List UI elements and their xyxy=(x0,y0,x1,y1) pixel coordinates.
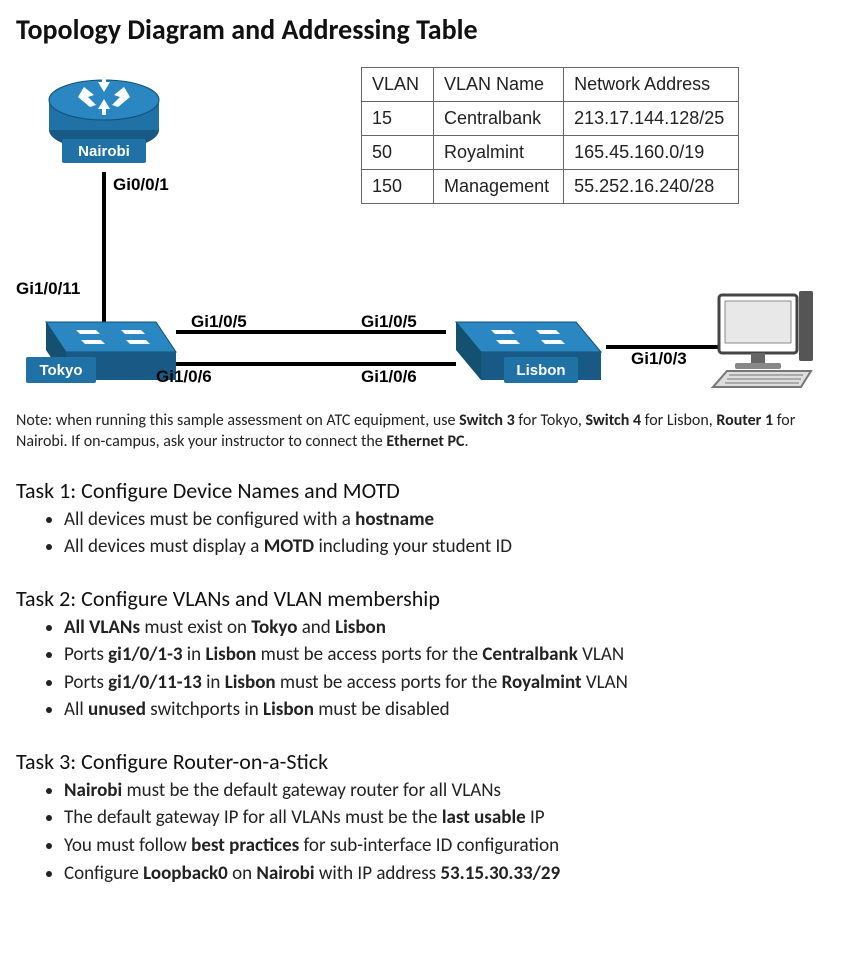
label-router-port: Gi0/0/1 xyxy=(113,175,169,195)
page-title: Topology Diagram and Addressing Table xyxy=(16,12,835,47)
table-row: 150 Management 55.252.16.240/28 xyxy=(362,170,739,204)
task-item: All unused switchports in Lisbon must be… xyxy=(64,696,835,724)
addressing-table: VLAN VLAN Name Network Address 15 Centra… xyxy=(361,67,739,204)
task-bullets: Nairobi must be the default gateway rout… xyxy=(16,777,835,887)
task-heading: Task 1: Configure Device Names and MOTD xyxy=(16,477,835,504)
task-heading: Task 3: Configure Router-on-a-Stick xyxy=(16,748,835,775)
switch-lisbon-icon: Lisbon xyxy=(436,302,616,392)
topology-diagram: Nairobi Tokyo Lisbon xyxy=(16,57,836,407)
table-header-row: VLAN VLAN Name Network Address xyxy=(362,68,739,102)
task-heading: Task 2: Configure VLANs and VLAN members… xyxy=(16,585,835,612)
label-lisbon-l2: Gi1/0/6 xyxy=(361,367,417,387)
task-bullets: All devices must be configured with a ho… xyxy=(16,506,835,561)
task-item: Ports gi1/0/11-13 in Lisbon must be acce… xyxy=(64,669,835,697)
table-row: 15 Centralbank 213.17.144.128/25 xyxy=(362,102,739,136)
svg-text:Tokyo: Tokyo xyxy=(39,362,82,379)
label-lisbon-pc: Gi1/0/3 xyxy=(631,349,687,369)
svg-text:Nairobi: Nairobi xyxy=(78,143,130,160)
label-tokyo-r2: Gi1/0/6 xyxy=(156,367,212,387)
router-icon: Nairobi xyxy=(44,67,164,177)
task-item: You must follow best practices for sub-i… xyxy=(64,832,835,860)
task-item: Nairobi must be the default gateway rout… xyxy=(64,777,835,805)
task-bullets: All VLANs must exist on Tokyo and Lisbon… xyxy=(16,614,835,724)
task-item: All VLANs must exist on Tokyo and Lisbon xyxy=(64,614,835,642)
label-tokyo-r1: Gi1/0/5 xyxy=(191,312,247,332)
task-item: All devices must be configured with a ho… xyxy=(64,506,835,534)
label-tokyo-up: Gi1/0/11 xyxy=(16,279,80,299)
task-item: Configure Loopback0 on Nairobi with IP a… xyxy=(64,860,835,888)
col-network: Network Address xyxy=(564,68,739,102)
pc-icon xyxy=(711,287,831,397)
table-row: 50 Royalmint 165.45.160.0/19 xyxy=(362,136,739,170)
col-vlan-name: VLAN Name xyxy=(434,68,564,102)
task-item: Ports gi1/0/1-3 in Lisbon must be access… xyxy=(64,641,835,669)
note-text: Note: when running this sample assessmen… xyxy=(16,411,835,453)
task-item: The default gateway IP for all VLANs mus… xyxy=(64,804,835,832)
task-item: All devices must display a MOTD includin… xyxy=(64,533,835,561)
label-lisbon-l1: Gi1/0/5 xyxy=(361,312,417,332)
svg-text:Lisbon: Lisbon xyxy=(516,362,565,379)
col-vlan: VLAN xyxy=(362,68,434,102)
